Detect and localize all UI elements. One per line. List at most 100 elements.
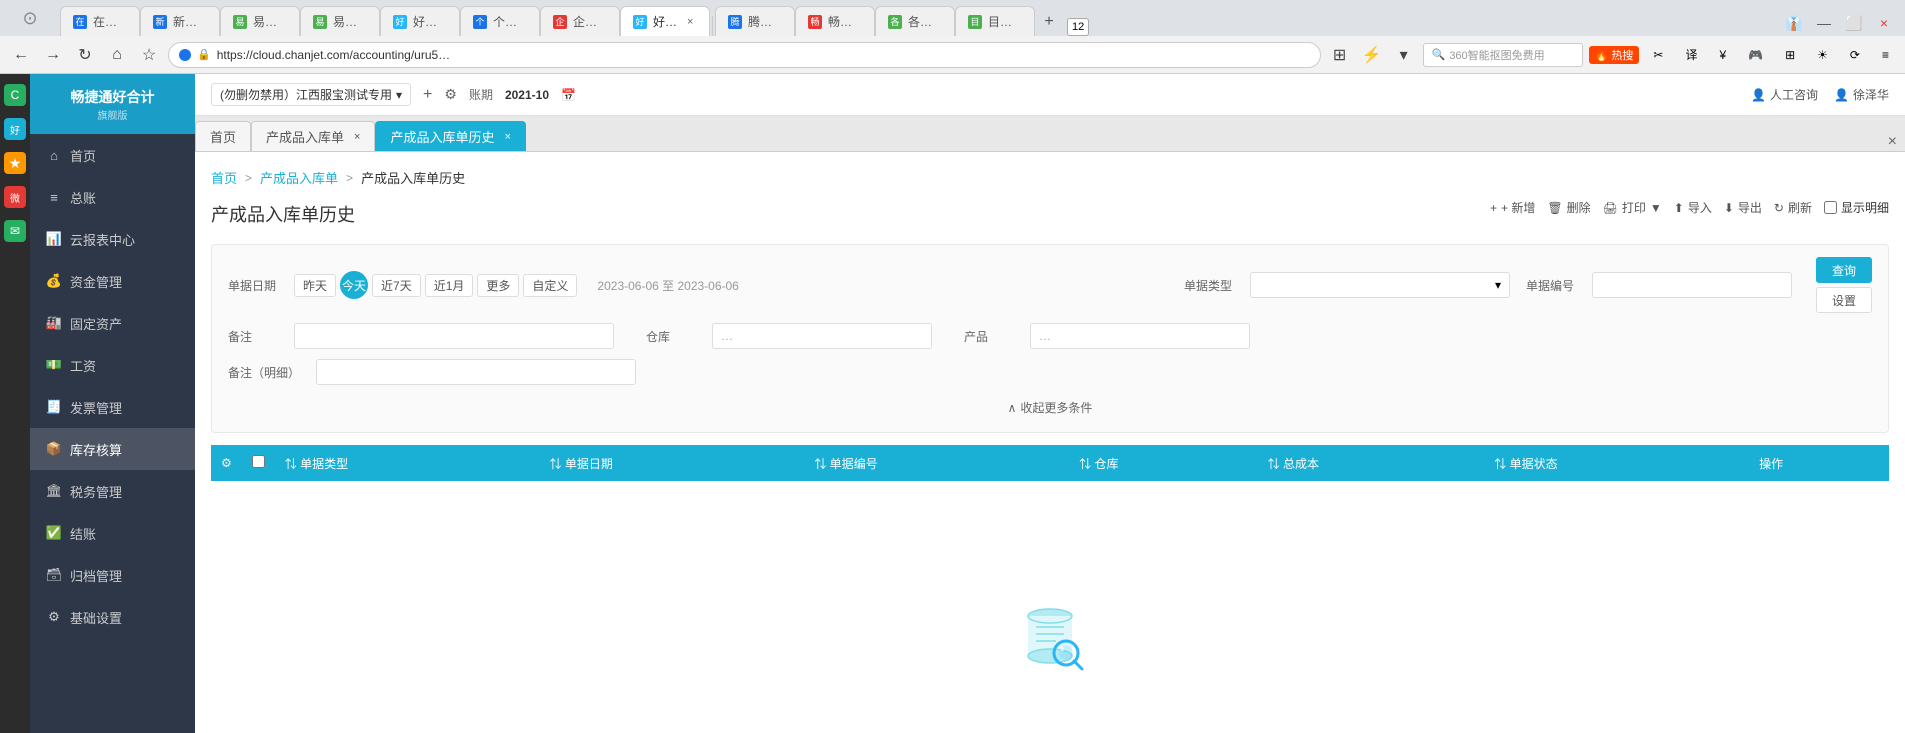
add-button[interactable]: + + 新增 (1490, 199, 1535, 216)
sidebar-item-funds[interactable]: 💰 资金管理 (30, 260, 195, 302)
back-button[interactable]: ← (8, 42, 34, 68)
page-tab-history-close[interactable]: × (504, 131, 510, 143)
refresh-button[interactable]: ↻ (72, 42, 98, 68)
minimize-button[interactable]: — (1811, 10, 1837, 36)
add-company-button[interactable]: + (423, 86, 432, 104)
close-window-button[interactable]: × (1871, 10, 1897, 36)
doc-type-select[interactable]: ▾ (1250, 272, 1510, 298)
table-header-doc-number[interactable]: ⇅ 单据编号 (804, 445, 1069, 481)
company-settings-icon[interactable]: ⚙ (444, 86, 457, 103)
breadcrumb-home[interactable]: 首页 (211, 168, 237, 187)
date-btn-1month[interactable]: 近1月 (425, 274, 474, 297)
page-tab-list-close[interactable]: × (354, 131, 360, 143)
tab-yi2[interactable]: 易 易… (300, 6, 380, 36)
forward-button[interactable]: → (40, 42, 66, 68)
page-tab-list[interactable]: 产成品入库单 × (251, 121, 375, 151)
sun-icon[interactable]: ☀ (1809, 46, 1836, 64)
table-header-doc-type[interactable]: ⇅ 单据类型 (275, 445, 540, 481)
sidebar-item-home[interactable]: ⌂ 首页 (30, 134, 195, 176)
table-header-checkbox[interactable] (242, 445, 275, 481)
sidebar-item-tax[interactable]: 🏛 税务管理 (30, 470, 195, 512)
sidebar-item-invoice[interactable]: 🧾 发票管理 (30, 386, 195, 428)
calendar-icon[interactable]: 📅 (561, 88, 576, 102)
detail-notes-input[interactable] (316, 359, 636, 385)
date-btn-today[interactable]: 今天 (340, 271, 368, 299)
page-tab-history[interactable]: 产成品入库单历史 × (375, 121, 525, 151)
tab-zai[interactable]: 在 在… (60, 6, 140, 36)
notes-input[interactable] (294, 323, 614, 349)
table-header-doc-date[interactable]: ⇅ 单据日期 (540, 445, 805, 481)
app-icon-star[interactable]: ★ (2, 150, 28, 176)
page-tab-home[interactable]: 首页 (195, 121, 251, 151)
show-detail-toggle[interactable]: 显示明细 (1824, 199, 1889, 216)
date-btn-more[interactable]: 更多 (477, 274, 519, 297)
sidebar-item-ledger[interactable]: ≡ 总账 (30, 176, 195, 218)
panel-close-button[interactable]: × (1888, 133, 1897, 151)
product-select[interactable]: … (1030, 323, 1250, 349)
lightning-icon[interactable]: ⚡ (1359, 42, 1385, 68)
breadcrumb-list[interactable]: 产成品入库单 (260, 168, 338, 187)
search-360[interactable]: 🔍 360智能抠图免费用 (1423, 43, 1583, 67)
settings-icon[interactable]: ≡ (1874, 46, 1897, 64)
sidebar-item-basic[interactable]: ⚙ 基础设置 (30, 596, 195, 638)
url-bar[interactable]: 🔒 https://cloud.chanjet.com/accounting/u… (168, 42, 1321, 68)
refresh-button[interactable]: ↻ 刷新 (1774, 199, 1812, 216)
settings-button[interactable]: 设置 (1816, 287, 1872, 313)
url-dropdown-icon[interactable]: ▾ (1391, 42, 1417, 68)
search-button[interactable]: 查询 (1816, 257, 1872, 283)
table-header-total-cost[interactable]: ⇅ 总成本 (1258, 445, 1485, 481)
customize-icon[interactable]: 👔 (1781, 10, 1807, 36)
tab-chang[interactable]: 畅 畅… (795, 6, 875, 36)
app-icon-blue[interactable]: 好 (2, 116, 28, 142)
user-avatar[interactable]: 👤 徐泽华 (1834, 86, 1889, 103)
date-btn-custom[interactable]: 自定义 (523, 274, 577, 297)
game-icon[interactable]: 🎮 (1740, 46, 1771, 64)
extensions-icon[interactable]: ⊞ (1327, 42, 1353, 68)
app-icon-changjie[interactable]: C (2, 82, 28, 108)
company-selector[interactable]: (勿删勿禁用）江西服宝测试专用 ▾ (211, 83, 411, 106)
sidebar-item-fixed-assets[interactable]: 🏭 固定资产 (30, 302, 195, 344)
app-icon-weibo[interactable]: 微 (2, 184, 28, 210)
maximize-button[interactable]: ⬜ (1841, 10, 1867, 36)
sidebar-item-archive[interactable]: 🗃 归档管理 (30, 554, 195, 596)
tab-close-icon[interactable]: × (687, 16, 693, 28)
bookmark-button[interactable]: ☆ (136, 42, 162, 68)
sidebar-item-inventory[interactable]: 📦 库存核算 (30, 428, 195, 470)
tab-hao2[interactable]: 好 好… × (620, 6, 710, 36)
new-tab-button[interactable]: + (1035, 8, 1063, 36)
tab-ge[interactable]: 个 个… (460, 6, 540, 36)
translate-icon[interactable]: 译 (1677, 44, 1705, 65)
table-header-warehouse[interactable]: ⇅ 仓库 (1069, 445, 1258, 481)
sidebar-item-reports[interactable]: 📊 云报表中心 (30, 218, 195, 260)
collapse-button[interactable]: ∧ 收起更多条件 (1008, 399, 1093, 416)
warehouse-select[interactable]: … (712, 323, 932, 349)
app-icon-mail[interactable]: ✉ (2, 218, 28, 244)
yen-icon[interactable]: ¥ (1711, 46, 1734, 64)
sidebar-item-checkout[interactable]: ✅ 结账 (30, 512, 195, 554)
export-button[interactable]: ⬇ 导出 (1724, 199, 1762, 216)
print-button[interactable]: 🖨 打印 ▼ (1603, 199, 1662, 216)
tab-qi[interactable]: 企 企… (540, 6, 620, 36)
hot-search-badge[interactable]: 🔥 热搜 (1589, 46, 1640, 64)
tab-hao1[interactable]: 好 好… (380, 6, 460, 36)
ai-consult-button[interactable]: 👤 人工咨询 (1751, 86, 1818, 103)
delete-button[interactable]: 🗑 删除 (1547, 199, 1590, 216)
show-detail-checkbox[interactable] (1824, 201, 1837, 214)
date-btn-7days[interactable]: 近7天 (372, 274, 421, 297)
tab-ge2[interactable]: 各 各… (875, 6, 955, 36)
table-header-settings[interactable]: ⚙ (211, 445, 242, 481)
tab-teng[interactable]: 腾 腾… (715, 6, 795, 36)
home-button[interactable]: ⌂ (104, 42, 130, 68)
select-all-checkbox[interactable] (252, 455, 265, 468)
table-header-doc-status[interactable]: ⇅ 单据状态 (1484, 445, 1749, 481)
print-dropdown-icon[interactable]: ▼ (1650, 201, 1662, 215)
tab-mu[interactable]: 目 目… (955, 6, 1035, 36)
tab-new[interactable]: 新 新… (140, 6, 220, 36)
tab-yi1[interactable]: 易 易… (220, 6, 300, 36)
grid-icon[interactable]: ⊞ (1777, 46, 1803, 64)
scissor-icon[interactable]: ✂ (1645, 46, 1671, 64)
sidebar-item-salary[interactable]: 💵 工资 (30, 344, 195, 386)
import-button[interactable]: ⬆ 导入 (1674, 199, 1712, 216)
date-btn-yesterday[interactable]: 昨天 (294, 274, 336, 297)
prev-icon[interactable]: ⟳ (1842, 46, 1868, 64)
